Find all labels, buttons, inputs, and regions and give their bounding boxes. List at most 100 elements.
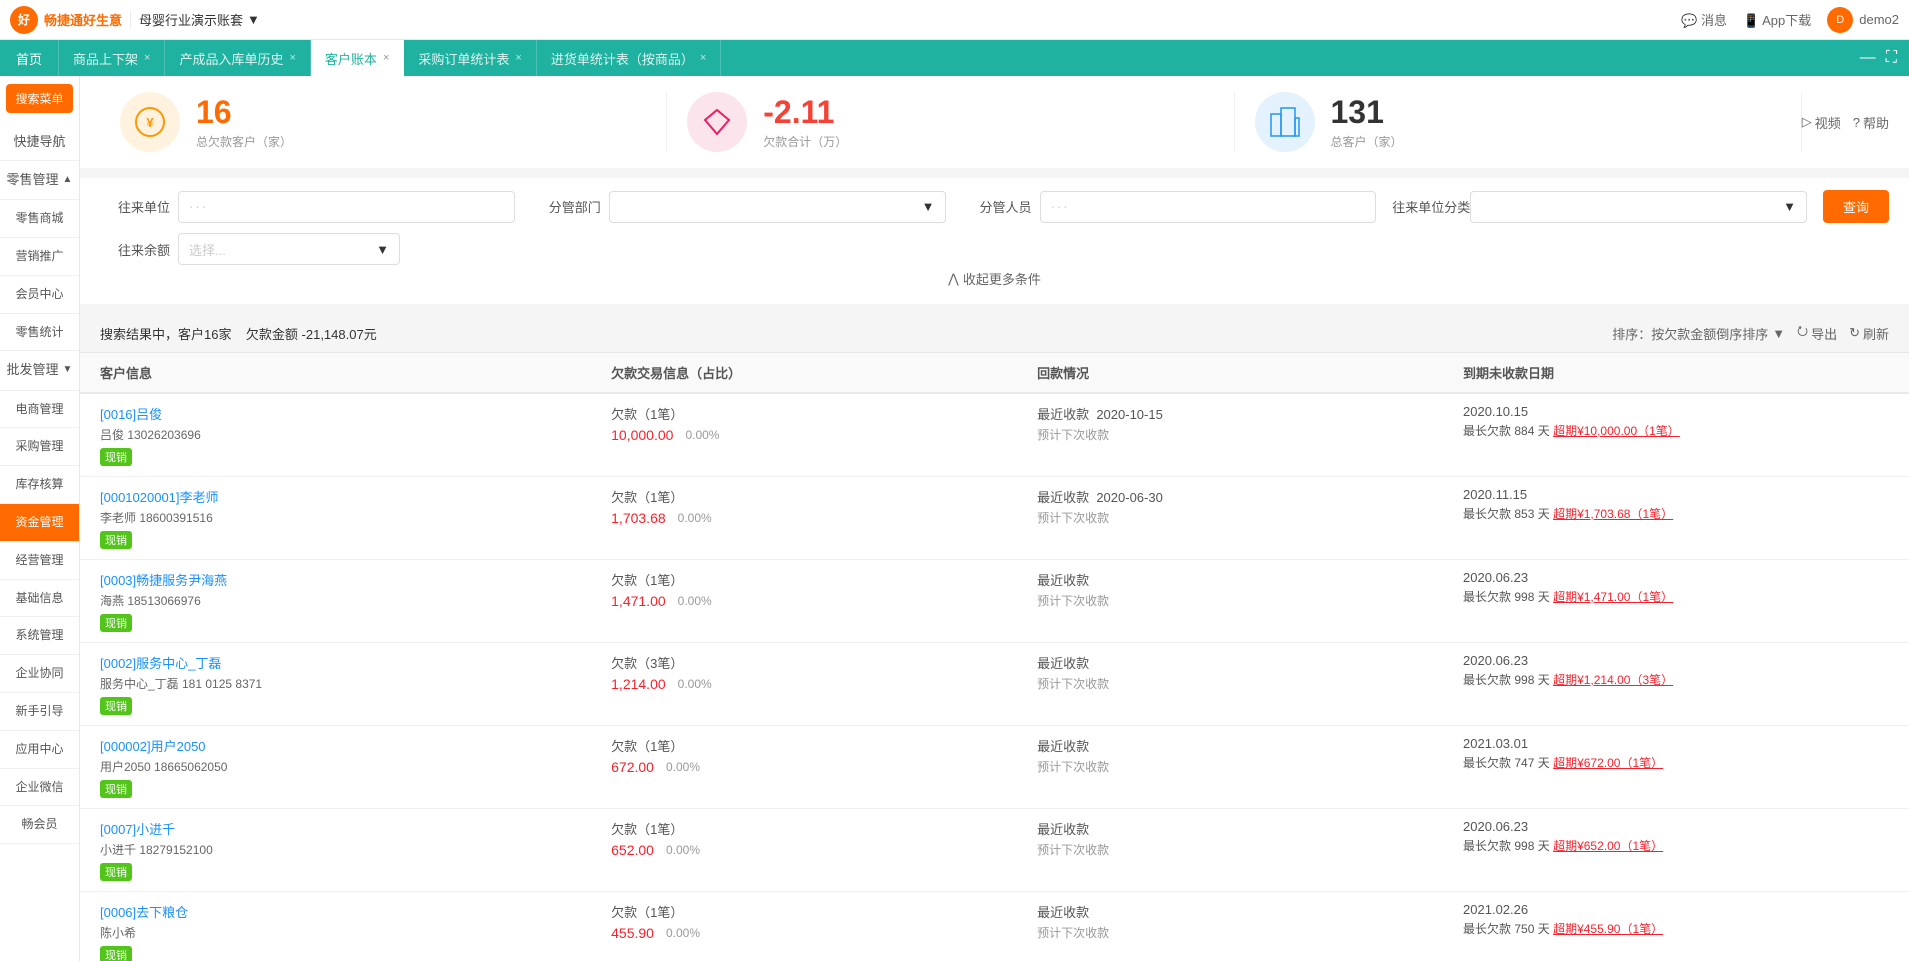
source-unit-input[interactable]: ··· [178,191,515,223]
sidebar-item-retail-stats[interactable]: 零售统计 [0,314,79,352]
chevron-down-icon: ▼ [922,199,935,214]
close-icon[interactable]: × [515,52,521,64]
close-icon[interactable]: × [700,52,706,64]
stat-info-3: 131 总客户（家） [1331,94,1403,150]
sidebar-quick-nav[interactable]: 快捷导航 [0,121,79,161]
logo-icon: 好 [10,6,38,34]
th-due-date: 到期未收款日期 [1463,363,1889,382]
customer-info-cell: [0003]畅捷服务尹海燕 海燕 18513066976 现销 [100,570,611,632]
balance-select[interactable]: 选择... ▼ [178,233,400,265]
tab-label: 采购订单统计表 [418,49,509,68]
source-unit-label: 往来单位 [100,197,170,216]
debt-info-cell: 欠款（1笔） 672.00 0.00% [611,736,1037,775]
table-row: [0016]吕俊 吕俊 13026203696 现销 欠款（1笔） 10,000… [80,394,1909,477]
due-info-cell: 2020.11.15 最长欠款 853 天 超期¥1,703.68（1笔） [1463,487,1889,522]
sidebar-item-purchase-mgmt[interactable]: 采购管理 [0,428,79,466]
overdue-link[interactable]: 超期¥672.00（1笔） [1553,756,1663,770]
customer-info-cell: [0001020001]李老师 李老师 18600391516 现销 [100,487,611,549]
customer-name-link[interactable]: [0001020001]李老师 [100,487,611,506]
filter-source-unit: 往来单位 ··· [100,191,515,223]
sidebar-item-app-center[interactable]: 应用中心 [0,731,79,769]
due-info-cell: 2020.10.15 最长欠款 884 天 超期¥10,000.00（1笔） [1463,404,1889,439]
help-btn[interactable]: ? 帮助 [1853,113,1889,132]
user-area[interactable]: D demo2 [1827,7,1899,33]
due-info-cell: 2020.06.23 最长欠款 998 天 超期¥1,471.00（1笔） [1463,570,1889,605]
collapse-filter-button[interactable]: ⋀ 收起更多条件 [100,265,1889,292]
video-btn[interactable]: ▷ 视频 [1802,113,1841,132]
debt-info-cell: 欠款（1笔） 10,000.00 0.00% [611,404,1037,443]
customer-tag: 现销 [100,697,132,715]
top-bar-right: 💬 消息 📱 App下载 D demo2 [1681,7,1899,33]
stat-icon-money: ¥ [120,92,180,152]
close-icon[interactable]: × [383,52,389,64]
export-button[interactable]: ⭮ 导出 [1797,322,1837,344]
person-label: 分管人员 [962,197,1032,216]
sidebar-item-finance[interactable]: 资金管理 [0,504,79,542]
sidebar-item-member[interactable]: 畅会员 [0,806,79,844]
person-input[interactable]: ··· [1040,191,1377,223]
sidebar-item-member-center[interactable]: 会员中心 [0,276,79,314]
customer-name-link[interactable]: [0016]吕俊 [100,404,611,423]
sidebar-item-enterprise-collab[interactable]: 企业协同 [0,655,79,693]
customer-phone: 吕俊 13026203696 [100,426,611,443]
maximize-icon[interactable]: ⛶ [1882,45,1901,71]
dept-select[interactable]: ▼ [609,191,946,223]
stat-card-debt-customers: ¥ 16 总欠款客户（家） [100,92,667,152]
due-info-cell: 2020.06.23 最长欠款 998 天 超期¥652.00（1笔） [1463,819,1889,854]
tab-purchase-stats[interactable]: 进货单统计表（按商品） × [537,40,721,76]
debt-info-cell: 欠款（3笔） 1,214.00 0.00% [611,653,1037,692]
tab-home[interactable]: 首页 [0,40,59,76]
refresh-button[interactable]: ↻ 刷新 [1849,324,1889,343]
sidebar-item-retail-mall[interactable]: 零售商城 [0,200,79,238]
stat-label-1: 总欠款客户（家） [196,133,292,150]
sort-button[interactable]: 排序：按欠款金额倒序排序 ▼ [1612,324,1785,343]
username: demo2 [1859,12,1899,27]
th-collection: 回款情况 [1037,363,1463,382]
search-menu-button[interactable]: 搜索菜单 [6,84,73,113]
tab-purchase-order[interactable]: 采购订单统计表 × [404,40,536,76]
message-btn[interactable]: 💬 消息 [1681,10,1727,29]
overdue-link[interactable]: 超期¥455.90（1笔） [1553,922,1663,936]
refresh-icon: ↻ [1849,325,1860,341]
overdue-link[interactable]: 超期¥1,703.68（1笔） [1553,507,1673,521]
customer-name-link[interactable]: [0003]畅捷服务尹海燕 [100,570,611,589]
overdue-link[interactable]: 超期¥10,000.00（1笔） [1553,424,1680,438]
customer-tag: 现销 [100,614,132,632]
sidebar-item-system[interactable]: 系统管理 [0,617,79,655]
close-icon[interactable]: × [289,52,295,64]
tab-customer-account[interactable]: 客户账本 × [311,40,404,76]
svg-text:¥: ¥ [146,115,154,130]
sidebar-item-retail-mgmt[interactable]: 零售管理 ▲ [0,161,79,200]
sidebar-item-inventory[interactable]: 库存核算 [0,466,79,504]
tab-production-history[interactable]: 产成品入库单历史 × [165,40,310,76]
customer-name-link[interactable]: [0007]小进千 [100,819,611,838]
customer-info-cell: [0007]小进千 小进千 18279152100 现销 [100,819,611,881]
customer-tag: 现销 [100,863,132,881]
app-download-btn[interactable]: 📱 App下载 [1743,10,1811,29]
customer-name-link[interactable]: [000002]用户2050 [100,736,611,755]
sidebar-item-ecommerce[interactable]: 电商管理 [0,391,79,429]
store-name: 母婴行业演示账套 [139,10,243,29]
store-selector[interactable]: 母婴行业演示账套 ▼ [130,10,268,29]
customer-name-link[interactable]: [0006]去下粮仓 [100,902,611,921]
sidebar-item-wholesale-mgmt[interactable]: 批发管理 ▼ [0,351,79,390]
top-bar: 好 畅捷通好生意 母婴行业演示账套 ▼ 💬 消息 📱 App下载 D demo2 [0,0,1909,40]
search-button[interactable]: 查询 [1823,190,1889,223]
sidebar-item-marketing[interactable]: 营销推广 [0,238,79,276]
overdue-link[interactable]: 超期¥1,214.00（3笔） [1553,673,1673,687]
category-select[interactable]: ▼ [1470,191,1807,223]
sidebar-item-basic-info[interactable]: 基础信息 [0,580,79,618]
tab-product-listing[interactable]: 商品上下架 × [59,40,165,76]
overdue-link[interactable]: 超期¥652.00（1笔） [1553,839,1663,853]
sidebar-item-operations[interactable]: 经营管理 [0,542,79,580]
chevron-down-icon: ▼ [63,363,73,377]
close-icon[interactable]: × [144,52,150,64]
minimize-icon[interactable]: — [1856,45,1880,71]
stat-icon-building [1255,92,1315,152]
customer-name-link[interactable]: [0002]服务中心_丁磊 [100,653,611,672]
sidebar-item-newbie-guide[interactable]: 新手引导 [0,693,79,731]
overdue-link[interactable]: 超期¥1,471.00（1笔） [1553,590,1673,604]
sidebar-item-enterprise-wechat[interactable]: 企业微信 [0,769,79,807]
dept-label: 分管部门 [531,197,601,216]
result-summary: 搜索结果中，客户16家 欠款金额 -21,148.07元 [100,324,377,343]
